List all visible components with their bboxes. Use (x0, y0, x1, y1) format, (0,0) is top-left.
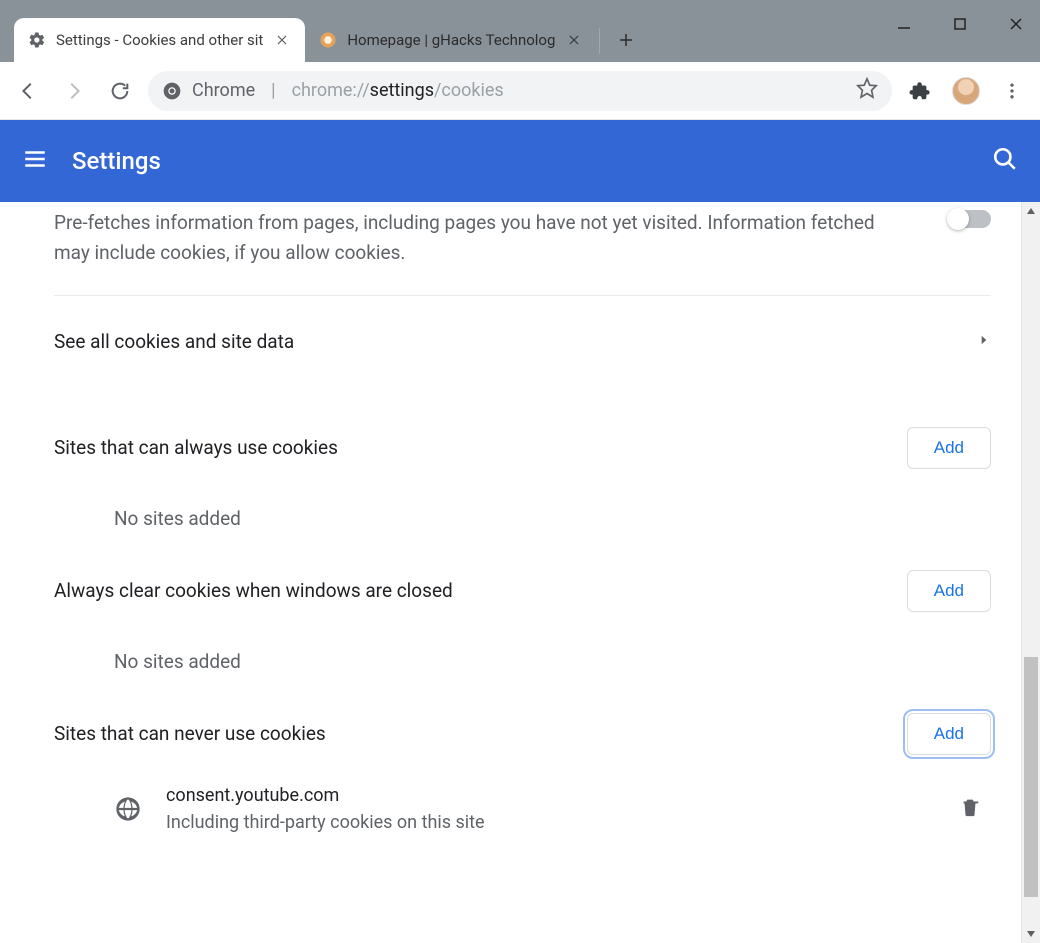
url-highlight: settings (370, 80, 434, 101)
preload-line1: Pre-fetches information from pages, incl… (54, 208, 929, 238)
url-prefix: chrome:// (292, 80, 370, 101)
menu-icon[interactable] (22, 146, 48, 176)
site-row: consent.youtube.com Including third-part… (54, 755, 991, 833)
globe-icon (114, 795, 142, 823)
address-bar[interactable]: Chrome | chrome://settings/cookies (148, 71, 892, 111)
browser-toolbar: Chrome | chrome://settings/cookies (0, 62, 1040, 120)
window-controls (888, 8, 1032, 40)
maximize-button[interactable] (944, 8, 976, 40)
omnibox-url: chrome://settings/cookies (292, 80, 504, 101)
tab-settings[interactable]: Settings - Cookies and other sit (14, 18, 305, 62)
tab-separator (599, 28, 600, 54)
profile-avatar[interactable] (948, 73, 984, 109)
add-button[interactable]: Add (907, 427, 991, 469)
tab-title: Homepage | gHacks Technolog (347, 31, 555, 49)
section-title: Always clear cookies when windows are cl… (54, 579, 907, 602)
preload-setting-row: Pre-fetches information from pages, incl… (54, 202, 991, 296)
add-button[interactable]: Add (907, 713, 991, 755)
reload-button[interactable] (102, 73, 138, 109)
add-button[interactable]: Add (907, 570, 991, 612)
minimize-button[interactable] (888, 8, 920, 40)
new-tab-button[interactable] (608, 22, 644, 58)
site-subtitle: Including third-party cookies on this si… (166, 812, 935, 833)
preload-description: Pre-fetches information from pages, incl… (54, 208, 929, 269)
section-block-cookies: Sites that can never use cookies Add con… (54, 673, 991, 833)
site-favicon (319, 31, 337, 49)
site-text: consent.youtube.com Including third-part… (166, 785, 935, 833)
empty-state: No sites added (54, 612, 991, 673)
preload-toggle[interactable] (949, 210, 991, 228)
omnibox-pipe: | (271, 80, 275, 101)
see-all-cookies-row[interactable]: See all cookies and site data (54, 296, 991, 387)
site-domain: consent.youtube.com (166, 785, 935, 806)
bookmark-star-icon[interactable] (856, 77, 878, 104)
scroll-thumb[interactable] (1024, 657, 1038, 897)
omnibox-scheme: Chrome (192, 80, 255, 101)
close-icon[interactable] (273, 31, 291, 49)
browser-menu-icon[interactable] (994, 73, 1030, 109)
close-icon[interactable] (565, 31, 583, 49)
empty-state: No sites added (54, 469, 991, 530)
scroll-track[interactable] (1022, 220, 1040, 925)
scroll-down-icon[interactable] (1022, 925, 1040, 943)
tab-title: Settings - Cookies and other sit (56, 31, 263, 49)
chevron-right-icon (977, 332, 991, 351)
avatar-image (952, 77, 980, 105)
scroll-up-icon[interactable] (1022, 202, 1040, 220)
url-suffix: /cookies (434, 80, 504, 101)
tab-ghacks[interactable]: Homepage | gHacks Technolog (305, 18, 597, 62)
window-titlebar: Settings - Cookies and other sit Homepag… (0, 0, 1040, 62)
search-icon[interactable] (992, 146, 1018, 176)
chrome-icon (162, 81, 182, 101)
preload-line2: may include cookies, if you allow cookie… (54, 238, 929, 268)
delete-icon[interactable] (959, 796, 991, 822)
page-title: Settings (72, 147, 161, 175)
close-window-button[interactable] (1000, 8, 1032, 40)
see-all-label: See all cookies and site data (54, 330, 977, 353)
section-title: Sites that can never use cookies (54, 722, 907, 745)
section-title: Sites that can always use cookies (54, 436, 907, 459)
content-viewport: Pre-fetches information from pages, incl… (0, 202, 1040, 943)
forward-button[interactable] (56, 73, 92, 109)
scrollbar[interactable] (1021, 202, 1040, 943)
tab-strip: Settings - Cookies and other sit Homepag… (0, 0, 644, 62)
section-clear-on-close: Always clear cookies when windows are cl… (54, 530, 991, 673)
extensions-icon[interactable] (902, 73, 938, 109)
section-allow-cookies: Sites that can always use cookies Add No… (54, 387, 991, 530)
gear-icon (28, 31, 46, 49)
settings-header: Settings (0, 120, 1040, 202)
back-button[interactable] (10, 73, 46, 109)
settings-content: Pre-fetches information from pages, incl… (0, 202, 1021, 943)
